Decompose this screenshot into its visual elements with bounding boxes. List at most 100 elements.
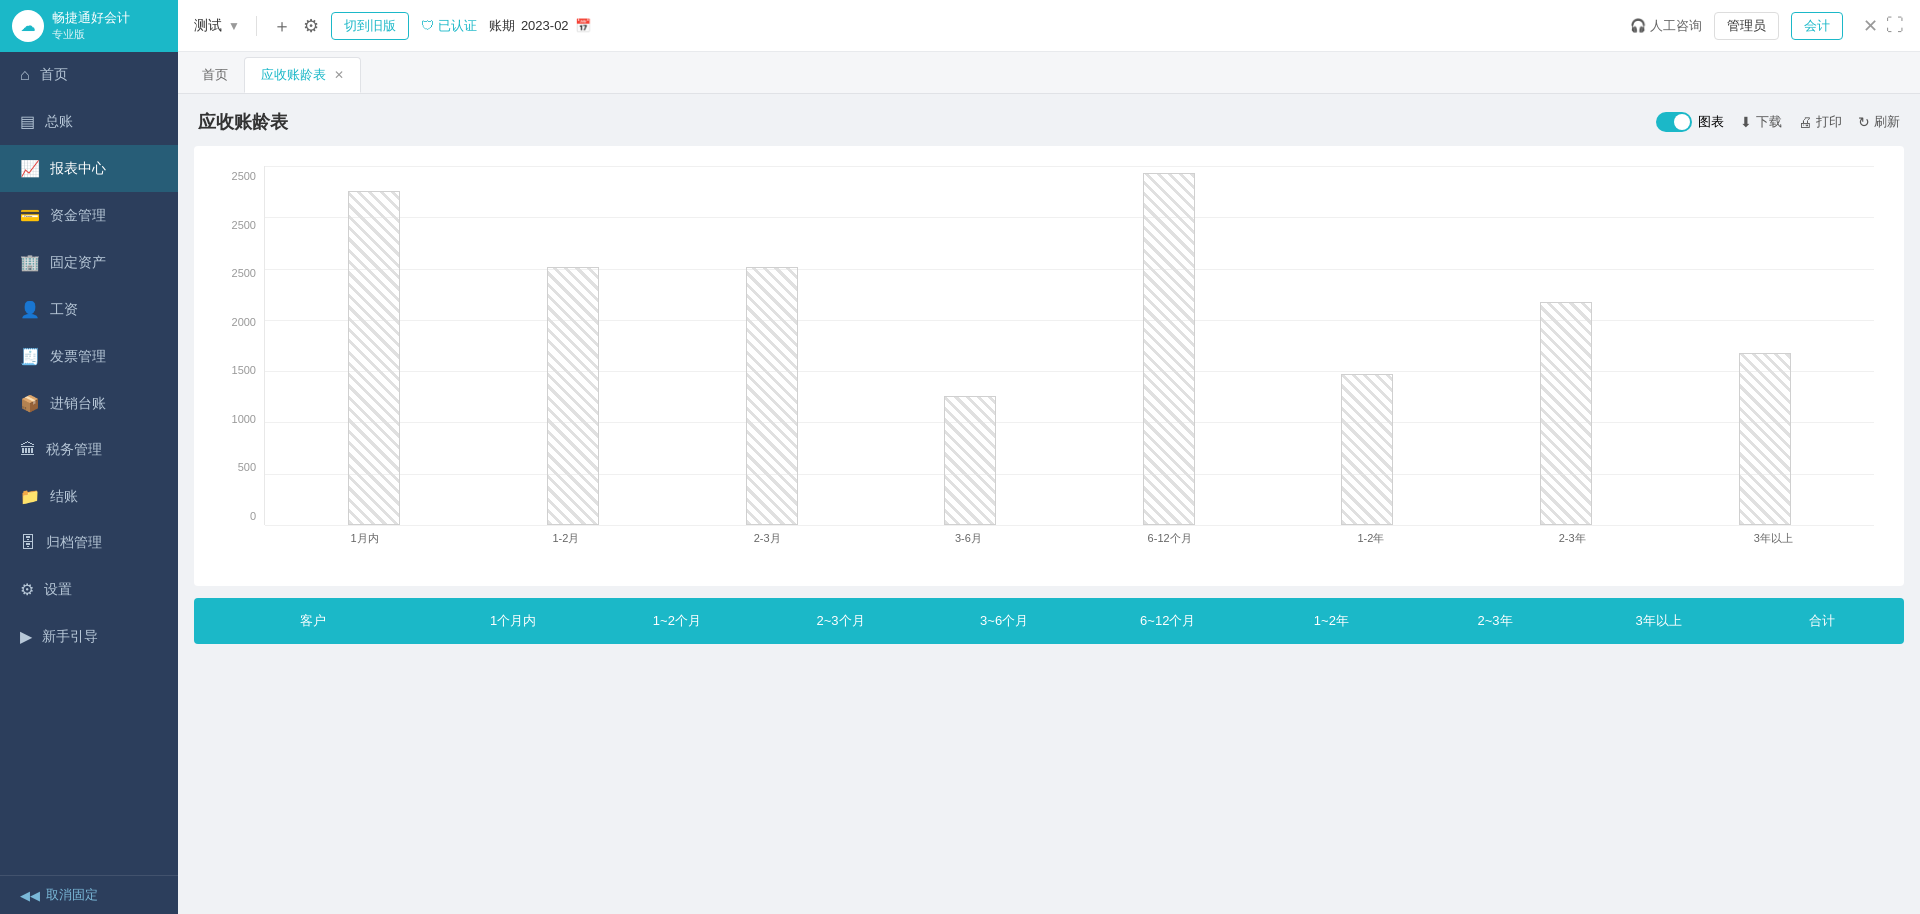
chart-grid <box>264 166 1874 525</box>
tab-home[interactable]: 首页 <box>186 57 244 93</box>
period-label: 账期 <box>489 17 515 35</box>
sidebar-item-label: 进销台账 <box>50 395 106 413</box>
bar-6-12month <box>1143 173 1195 525</box>
gear-icon: ⚙ <box>303 15 319 37</box>
sidebar-item-fixed-assets[interactable]: 🏢 固定资产 <box>0 239 178 286</box>
bar-2-3year <box>1540 302 1592 525</box>
close-window-button[interactable]: ✕ <box>1863 15 1878 37</box>
tab-ar-aging[interactable]: 应收账龄表 ✕ <box>244 57 361 93</box>
consult-label: 人工咨询 <box>1650 17 1702 35</box>
toggle-switch[interactable] <box>1656 112 1692 132</box>
sidebar-item-tax[interactable]: 🏛 税务管理 <box>0 427 178 473</box>
bar-group-2-3year <box>1467 166 1666 525</box>
period-value: 2023-02 <box>521 18 569 33</box>
bar-group-3plus-year <box>1665 166 1864 525</box>
th-1-2month: 1~2个月 <box>595 598 759 644</box>
sidebar-item-fund[interactable]: 💳 资金管理 <box>0 192 178 239</box>
print-button[interactable]: 🖨 打印 <box>1798 113 1842 131</box>
refresh-button[interactable]: ↻ 刷新 <box>1858 113 1900 131</box>
refresh-icon: ↻ <box>1858 114 1870 130</box>
sidebar-item-settings[interactable]: ⚙ 设置 <box>0 566 178 613</box>
sidebar-item-archive[interactable]: 🗄 归档管理 <box>0 520 178 566</box>
bar-1-2year <box>1341 374 1393 525</box>
y-label-0: 0 <box>250 510 256 522</box>
sidebar-item-label: 发票管理 <box>50 348 106 366</box>
manager-button[interactable]: 管理员 <box>1714 12 1779 40</box>
unpin-icon: ◀◀ <box>20 888 40 903</box>
sidebar-item-reports[interactable]: 📈 报表中心 <box>0 145 178 192</box>
topbar-right: 🎧 人工咨询 管理员 会计 ✕ ⛶ <box>1630 12 1904 40</box>
th-3-6month: 3~6个月 <box>922 598 1086 644</box>
grid-line-bottom <box>265 525 1874 526</box>
download-label: 下载 <box>1756 113 1782 131</box>
sidebar-item-home[interactable]: ⌂ 首页 <box>0 52 178 98</box>
payroll-icon: 👤 <box>20 300 40 319</box>
page-header: 应收账龄表 图表 ⬇ 下载 🖨 打印 ↻ 刷新 <box>194 110 1904 134</box>
sidebar-item-label: 资金管理 <box>50 207 106 225</box>
th-2-3month: 2~3个月 <box>759 598 923 644</box>
sidebar-item-sales-ledger[interactable]: 📦 进销台账 <box>0 380 178 427</box>
ar-aging-table: 客户 1个月内 1~2个月 2~3个月 3~6个月 6~12个月 1~2年 2~… <box>194 598 1904 644</box>
bar-group-1month <box>275 166 474 525</box>
switch-version-button[interactable]: 切到旧版 <box>331 12 409 40</box>
sidebar-item-label: 税务管理 <box>46 441 102 459</box>
accountant-button[interactable]: 会计 <box>1791 12 1843 40</box>
sidebar-item-guide[interactable]: ▶ 新手引导 <box>0 613 178 660</box>
logo-icon: ☁ <box>12 10 44 42</box>
y-label-2000: 2000 <box>232 316 256 328</box>
refresh-label: 刷新 <box>1874 113 1900 131</box>
x-label-6-12month: 6-12个月 <box>1069 525 1270 546</box>
page-title: 应收账龄表 <box>198 110 288 134</box>
sidebar-item-label: 首页 <box>40 66 68 84</box>
tab-close-icon[interactable]: ✕ <box>334 68 344 82</box>
add-button[interactable]: ＋ <box>273 14 291 38</box>
y-label-1500: 1500 <box>232 364 256 376</box>
consult-button[interactable]: 🎧 人工咨询 <box>1630 17 1702 35</box>
y-label-500: 500 <box>238 461 256 473</box>
bar-group-2-3month <box>672 166 871 525</box>
sidebar-logo: ☁ 畅捷通好会计 专业版 <box>0 0 178 52</box>
chart-toggle[interactable]: 图表 <box>1656 112 1724 132</box>
topbar-settings-button[interactable]: ⚙ <box>303 15 319 37</box>
th-6-12month: 6~12个月 <box>1086 598 1250 644</box>
table-header: 客户 1个月内 1~2个月 2~3个月 3~6个月 6~12个月 1~2年 2~… <box>194 598 1904 644</box>
bar-2-3month <box>746 267 798 525</box>
window-controls: ✕ ⛶ <box>1863 15 1904 37</box>
tab-home-label: 首页 <box>202 66 228 84</box>
download-button[interactable]: ⬇ 下载 <box>1740 113 1782 131</box>
ledger-icon: ▤ <box>20 112 35 131</box>
sidebar-item-invoice[interactable]: 🧾 发票管理 <box>0 333 178 380</box>
x-label-2-3year: 2-3年 <box>1472 525 1673 546</box>
cancel-fixed-button[interactable]: ◀◀ 取消固定 <box>0 875 178 914</box>
closing-icon: 📁 <box>20 487 40 506</box>
settings-icon: ⚙ <box>20 580 34 599</box>
download-icon: ⬇ <box>1740 114 1752 130</box>
accountant-label: 会计 <box>1804 18 1830 33</box>
th-1-2year: 1~2年 <box>1250 598 1414 644</box>
x-label-3plus-year: 3年以上 <box>1673 525 1874 546</box>
tabbar: 首页 应收账龄表 ✕ <box>178 52 1920 94</box>
topbar-divider1 <box>256 16 257 36</box>
sidebar-item-general-ledger[interactable]: ▤ 总账 <box>0 98 178 145</box>
logo-line2: 专业版 <box>52 27 130 41</box>
bar-group-3-6month <box>871 166 1070 525</box>
print-label: 打印 <box>1816 113 1842 131</box>
tax-icon: 🏛 <box>20 441 36 459</box>
th-3plus-year: 3年以上 <box>1577 598 1741 644</box>
sidebar-item-payroll[interactable]: 👤 工资 <box>0 286 178 333</box>
logo-line1: 畅捷通好会计 <box>52 10 130 27</box>
add-icon: ＋ <box>273 14 291 38</box>
workspace-selector[interactable]: 测试 ▼ <box>194 17 240 35</box>
workspace-chevron-icon: ▼ <box>228 19 240 33</box>
th-1month: 1个月内 <box>431 598 595 644</box>
sidebar-item-closing[interactable]: 📁 结账 <box>0 473 178 520</box>
bar-1month <box>348 191 400 525</box>
logo-text: 畅捷通好会计 专业版 <box>52 10 130 41</box>
invoice-icon: 🧾 <box>20 347 40 366</box>
chart-container: 2500 2500 2500 2000 1500 1000 500 0 <box>224 166 1874 546</box>
expand-window-button[interactable]: ⛶ <box>1886 15 1904 36</box>
tab-ar-aging-label: 应收账龄表 <box>261 66 326 84</box>
certified-text: 已认证 <box>438 17 477 35</box>
bar-group-1-2year <box>1268 166 1467 525</box>
sidebar-item-label: 工资 <box>50 301 78 319</box>
